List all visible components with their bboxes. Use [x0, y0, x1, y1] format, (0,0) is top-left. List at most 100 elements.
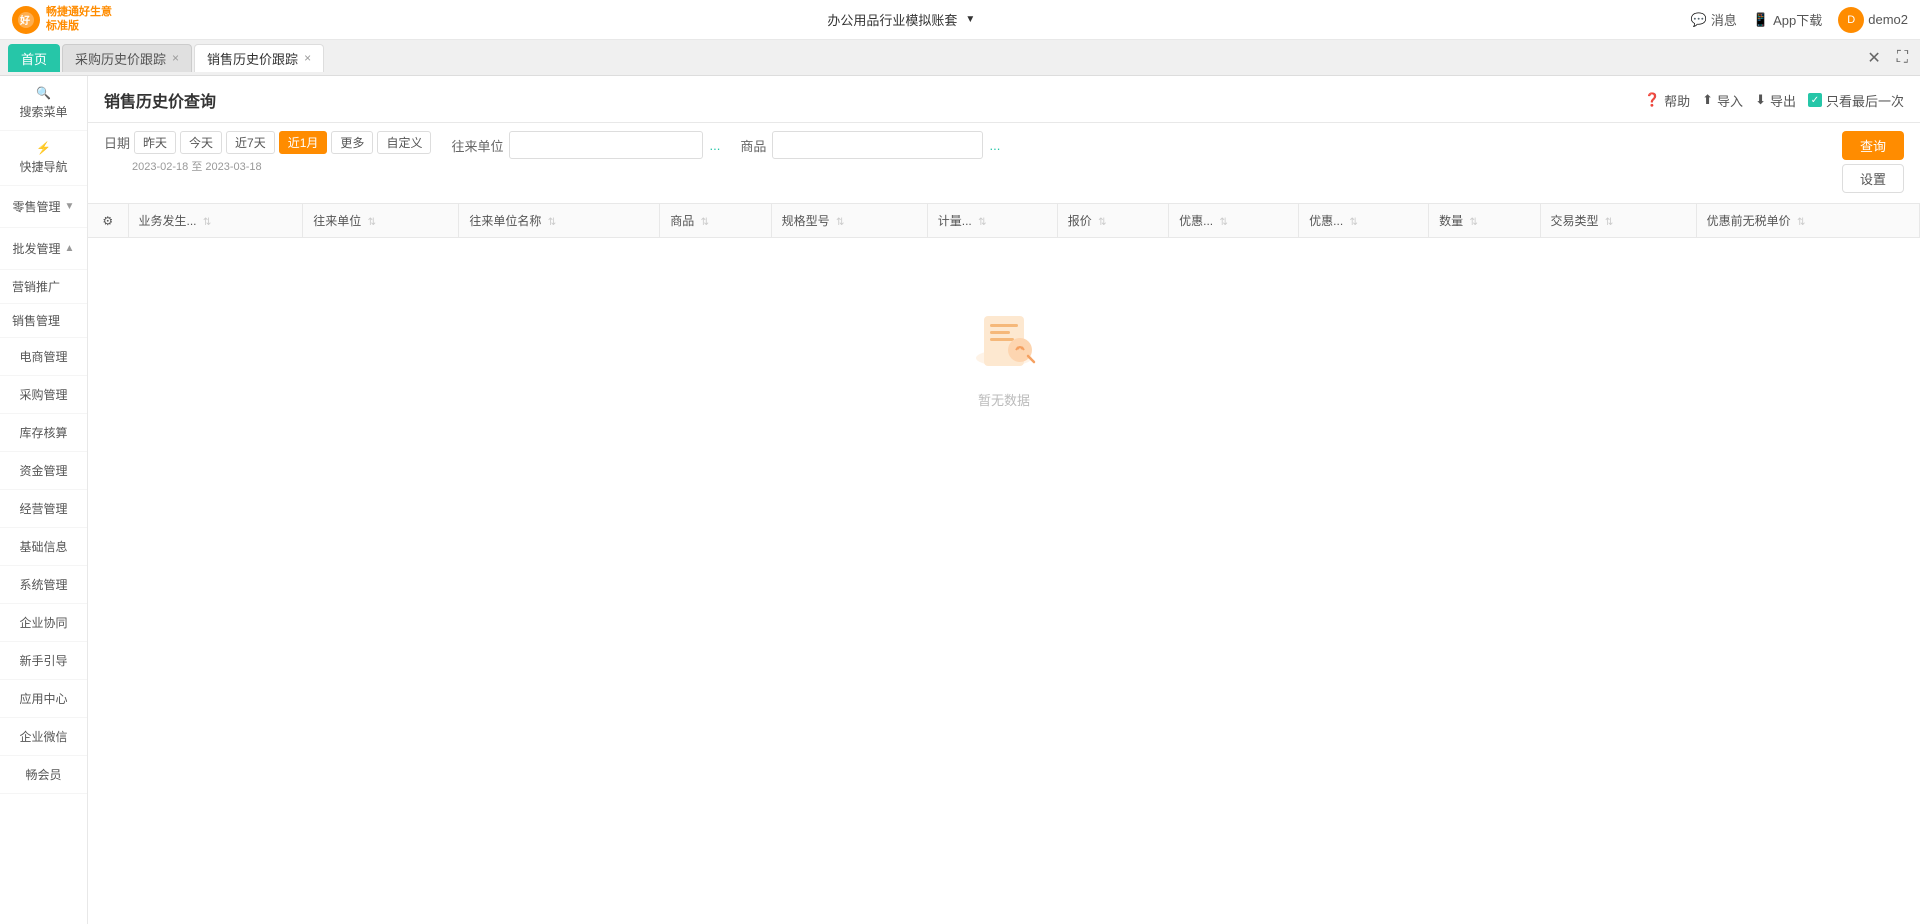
date-btn-7days[interactable]: 近7天 [226, 131, 275, 154]
import-action[interactable]: ⬆ 导入 [1702, 91, 1743, 110]
sort-spec: ⇅ [836, 217, 844, 228]
product-input[interactable] [772, 131, 983, 159]
sort-quantity: ⇅ [1470, 217, 1478, 228]
sidebar-item-inventory[interactable]: 库存核算 [0, 414, 87, 452]
sidebar-item-wholesale-mgmt[interactable]: 批发管理 ▲ [0, 228, 87, 270]
query-buttons: 查询 设置 [1842, 131, 1904, 193]
import-icon: ⬆ [1702, 92, 1713, 108]
top-bar-right: 💬 消息 📱 App下载 D demo2 [1691, 7, 1908, 33]
sort-pretax-price: ⇅ [1797, 217, 1805, 228]
sidebar-item-quick-nav[interactable]: ⚡ 快捷导航 [0, 131, 87, 186]
help-action[interactable]: ❓ 帮助 [1644, 91, 1690, 110]
close-purchase-tab[interactable]: × [172, 51, 179, 65]
sidebar-item-retail-mgmt[interactable]: 零售管理 ▼ [0, 186, 87, 228]
tab-purchase-history[interactable]: 采购历史价跟踪 × [62, 44, 192, 72]
tab-home[interactable]: 首页 [8, 44, 60, 72]
page-title: 销售历史价查询 [104, 88, 216, 112]
close-all-tabs-button[interactable]: ✕ [1863, 46, 1884, 70]
content-area: 销售历史价查询 ❓ 帮助 ⬆ 导入 ⬇ 导出 [88, 76, 1920, 924]
sidebar-item-marketing[interactable]: 营销推广 [0, 270, 87, 304]
export-icon: ⬇ [1755, 92, 1766, 108]
col-product[interactable]: 商品 ⇅ [660, 204, 771, 238]
sort-trade-type: ⇅ [1605, 217, 1613, 228]
from-unit-filter-group: 往来单位 ... [451, 131, 720, 159]
logo-text: 畅捷通好生意 标准版 [46, 6, 112, 32]
sidebar-item-finance[interactable]: 资金管理 [0, 452, 87, 490]
col-from-unit-name[interactable]: 往来单位名称 ⇅ [459, 204, 660, 238]
sort-price: ⇅ [1098, 217, 1106, 228]
col-biz-date[interactable]: 业务发生... ⇅ [128, 204, 303, 238]
only-last-checkbox[interactable] [1808, 93, 1822, 107]
query-button[interactable]: 查询 [1842, 131, 1904, 160]
sidebar-item-app-center[interactable]: 应用中心 [0, 680, 87, 718]
app-selector[interactable]: 办公用品行业模拟账套 ▼ [827, 10, 975, 29]
top-bar-left: 好 畅捷通好生意 标准版 [12, 6, 112, 34]
col-discount1[interactable]: 优惠... ⇅ [1169, 204, 1299, 238]
sidebar-item-sales-mgmt[interactable]: 销售管理 [0, 304, 87, 338]
date-btn-custom[interactable]: 自定义 [377, 131, 431, 154]
download-icon: 📱 [1753, 12, 1769, 28]
sort-discount2: ⇅ [1350, 217, 1358, 228]
logo-area: 好 畅捷通好生意 标准版 [12, 6, 112, 34]
date-btn-more[interactable]: 更多 [331, 131, 373, 154]
product-label: 商品 [740, 136, 766, 155]
empty-text: 暂无数据 [978, 390, 1030, 409]
date-btn-yesterday[interactable]: 昨天 [134, 131, 176, 154]
empty-icon [964, 298, 1044, 378]
sidebar-item-search-menu[interactable]: 🔍 搜索菜单 [0, 76, 87, 131]
nav-icon: ⚡ [36, 141, 51, 155]
tab-sales-history[interactable]: 销售历史价跟踪 × [194, 44, 324, 72]
sort-biz-date: ⇅ [203, 217, 211, 228]
col-spec[interactable]: 规格型号 ⇅ [771, 204, 927, 238]
sidebar-item-purchase-mgmt[interactable]: 采购管理 [0, 376, 87, 414]
retail-arrow-icon: ▼ [65, 201, 75, 212]
product-dots-button[interactable]: ... [989, 138, 1000, 153]
from-unit-dots-button[interactable]: ... [709, 138, 720, 153]
sidebar-item-ecom-mgmt[interactable]: 电商管理 [0, 338, 87, 376]
col-discount2[interactable]: 优惠... ⇅ [1299, 204, 1429, 238]
user-action[interactable]: D demo2 [1838, 7, 1908, 33]
from-unit-label: 往来单位 [451, 136, 503, 155]
sidebar-item-guide[interactable]: 新手引导 [0, 642, 87, 680]
col-quantity[interactable]: 数量 ⇅ [1429, 204, 1540, 238]
table-header-row: ⚙ 业务发生... ⇅ 往来单位 ⇅ 往来单位名称 ⇅ [88, 204, 1920, 238]
sidebar-item-wechat[interactable]: 企业微信 [0, 718, 87, 756]
sidebar-item-enterprise[interactable]: 企业协同 [0, 604, 87, 642]
col-settings[interactable]: ⚙ [88, 204, 128, 238]
tabs-bar: 首页 采购历史价跟踪 × 销售历史价跟踪 × ✕ ⛶ [0, 40, 1920, 76]
export-action[interactable]: ⬇ 导出 [1755, 91, 1796, 110]
svg-text:好: 好 [19, 14, 30, 27]
sidebar-item-member[interactable]: 畅会员 [0, 756, 87, 794]
sidebar-item-sys-mgmt[interactable]: 系统管理 [0, 566, 87, 604]
page-header: 销售历史价查询 ❓ 帮助 ⬆ 导入 ⬇ 导出 [88, 76, 1920, 123]
date-btn-1month[interactable]: 近1月 [279, 131, 328, 154]
avatar: D [1838, 7, 1864, 33]
date-btn-today[interactable]: 今天 [180, 131, 222, 154]
col-price[interactable]: 报价 ⇅ [1057, 204, 1168, 238]
search-icon: 🔍 [36, 86, 51, 100]
page-title-row: 销售历史价查询 ❓ 帮助 ⬆ 导入 ⬇ 导出 [104, 88, 1904, 112]
app-download-action[interactable]: 📱 App下载 [1753, 10, 1822, 29]
main-layout: 🔍 搜索菜单 ⚡ 快捷导航 零售管理 ▼ 批发管理 ▲ 营销推广 销售管理 电商… [0, 76, 1920, 924]
only-last-checkbox-label[interactable]: 只看最后一次 [1808, 91, 1904, 110]
app-selector-arrow[interactable]: ▼ [965, 14, 975, 25]
date-label: 日期 [104, 133, 130, 152]
close-sales-tab[interactable]: × [304, 51, 311, 65]
col-pretax-price[interactable]: 优惠前无税单价 ⇅ [1696, 204, 1919, 238]
sidebar-item-basic-info[interactable]: 基础信息 [0, 528, 87, 566]
maximize-tabs-button[interactable]: ⛶ [1893, 47, 1912, 69]
sidebar-item-ops-mgmt[interactable]: 经营管理 [0, 490, 87, 528]
message-action[interactable]: 💬 消息 [1691, 10, 1737, 29]
message-icon: 💬 [1691, 12, 1707, 28]
sidebar: 🔍 搜索菜单 ⚡ 快捷导航 零售管理 ▼ 批发管理 ▲ 营销推广 销售管理 电商… [0, 76, 88, 924]
from-unit-input[interactable] [509, 131, 703, 159]
date-filter-inline: 日期 昨天 今天 近7天 近1月 更多 自定义 [104, 131, 431, 154]
col-from-unit[interactable]: 往来单位 ⇅ [303, 204, 459, 238]
settings-button[interactable]: 设置 [1842, 164, 1904, 193]
col-unit[interactable]: 计量... ⇅ [927, 204, 1057, 238]
col-trade-type[interactable]: 交易类型 ⇅ [1540, 204, 1696, 238]
sort-from-unit: ⇅ [368, 217, 376, 228]
page-actions: ❓ 帮助 ⬆ 导入 ⬇ 导出 只看最后一次 [1644, 91, 1904, 110]
logo-icon: 好 [12, 6, 40, 34]
date-range-display: 2023-02-18 至 2023-03-18 [104, 158, 431, 174]
